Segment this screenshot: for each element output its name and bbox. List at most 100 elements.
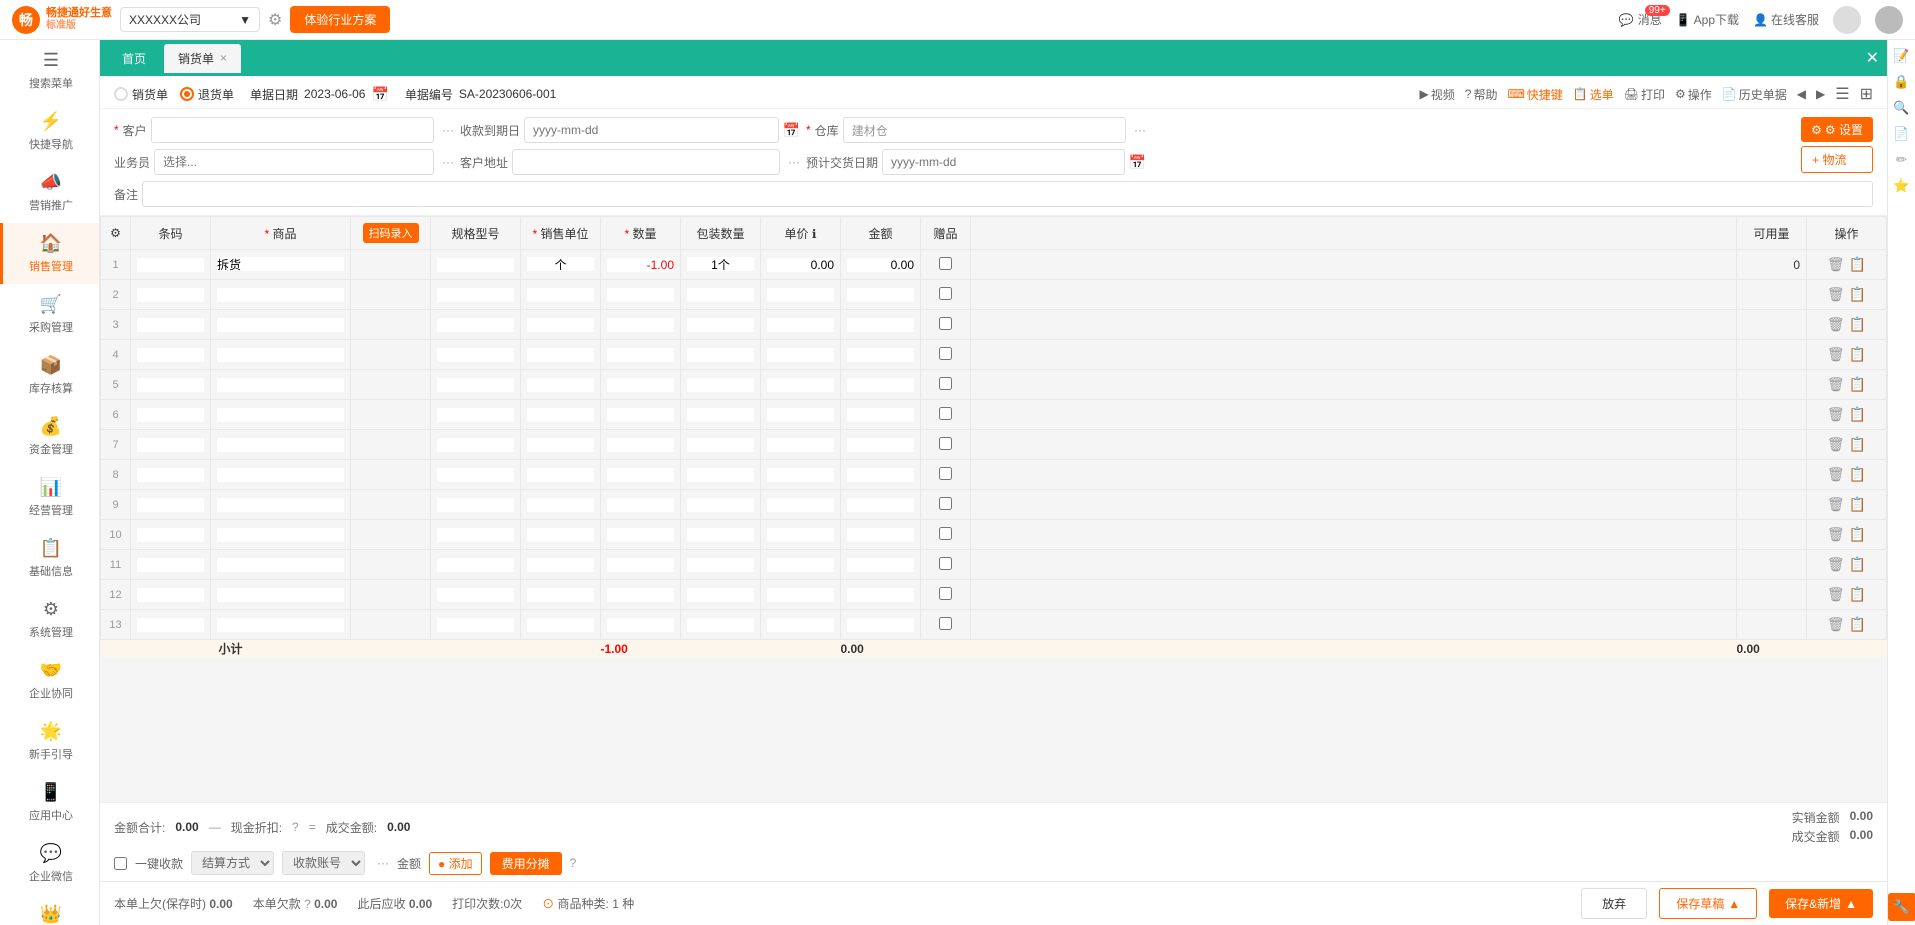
row-unit-6[interactable]: [521, 430, 601, 460]
row-gift-7[interactable]: [921, 460, 971, 490]
row-price-5[interactable]: [761, 400, 841, 430]
company-selector[interactable]: XXXXXX公司 ▼: [120, 7, 260, 32]
delivery-calendar-icon[interactable]: 📅: [1129, 154, 1146, 171]
warehouse-input[interactable]: [843, 117, 1126, 143]
row-barcode-7[interactable]: [131, 460, 211, 490]
row-spec-5[interactable]: [431, 400, 521, 430]
row-gift-2[interactable]: [921, 310, 971, 340]
toolbar-print[interactable]: 🖨 打印: [1624, 86, 1665, 103]
row-qty-5[interactable]: [601, 400, 681, 430]
warehouse-more-button[interactable]: ···: [1134, 123, 1146, 137]
row-qty-2[interactable]: [601, 310, 681, 340]
sidebar-item-basic[interactable]: 📋 基础信息: [0, 528, 99, 589]
row-amount-3[interactable]: [841, 340, 921, 370]
expense-help-icon[interactable]: ?: [570, 856, 577, 870]
row-pack-9[interactable]: [681, 520, 761, 550]
row-price-3[interactable]: [761, 340, 841, 370]
view-list-icon[interactable]: ☰: [1835, 84, 1849, 104]
sidebar-item-apps[interactable]: 📱 应用中心: [0, 772, 99, 833]
col-scan-btn[interactable]: 扫码录入: [351, 217, 431, 250]
sidebar-item-wechat[interactable]: 💬 企业微信: [0, 833, 99, 894]
row-amount-8[interactable]: [841, 490, 921, 520]
row-copy-2[interactable]: 📋: [1849, 316, 1866, 333]
sidebar-item-system[interactable]: ⚙ 系统管理: [0, 589, 99, 650]
row-gift-9[interactable]: [921, 520, 971, 550]
sidebar-item-member[interactable]: 👑 畅会员: [0, 894, 99, 925]
row-copy-7[interactable]: 📋: [1849, 466, 1866, 483]
row-unit-5[interactable]: [521, 400, 601, 430]
trial-button[interactable]: 体验行业方案: [290, 6, 390, 33]
row-pack-10[interactable]: [681, 550, 761, 580]
toolbar-operation[interactable]: ⚙ 操作: [1675, 86, 1712, 103]
row-delete-4[interactable]: 🗑: [1827, 376, 1845, 393]
right-panel-btn-3[interactable]: 🔍: [1890, 96, 1914, 120]
right-panel-btn-6[interactable]: ⭐: [1890, 174, 1914, 198]
row-price-12[interactable]: [761, 610, 841, 640]
row-unit-2[interactable]: [521, 310, 601, 340]
due-date-calendar-icon[interactable]: 📅: [783, 122, 800, 139]
row-amount-10[interactable]: [841, 550, 921, 580]
sidebar-item-inventory[interactable]: 📦 库存核算: [0, 345, 99, 406]
one-click-pay-checkbox[interactable]: [114, 857, 127, 870]
row-qty-9[interactable]: [601, 520, 681, 550]
row-copy-0[interactable]: 📋: [1849, 256, 1866, 273]
row-barcode-6[interactable]: [131, 430, 211, 460]
row-delete-6[interactable]: 🗑: [1827, 436, 1845, 453]
row-barcode-10[interactable]: [131, 550, 211, 580]
row-product-12[interactable]: [211, 610, 351, 640]
row-pack-0[interactable]: [681, 250, 761, 280]
row-barcode-2[interactable]: [131, 310, 211, 340]
row-product-2[interactable]: [211, 310, 351, 340]
row-spec-12[interactable]: [431, 610, 521, 640]
row-gift-8[interactable]: [921, 490, 971, 520]
right-panel-btn-5[interactable]: ✏: [1890, 148, 1914, 172]
row-amount-11[interactable]: [841, 580, 921, 610]
sidebar-item-marketing[interactable]: 📣 营销推广: [0, 162, 99, 223]
user-avatar[interactable]: [1833, 6, 1861, 34]
row-gift-4[interactable]: [921, 370, 971, 400]
row-copy-11[interactable]: 📋: [1849, 586, 1866, 603]
date-calendar-icon[interactable]: 📅: [371, 86, 388, 103]
row-pack-8[interactable]: [681, 490, 761, 520]
row-copy-5[interactable]: 📋: [1849, 406, 1866, 423]
row-barcode-0[interactable]: [131, 250, 211, 280]
row-qty-11[interactable]: [601, 580, 681, 610]
row-gift-3[interactable]: [921, 340, 971, 370]
row-product-5[interactable]: [211, 400, 351, 430]
row-price-4[interactable]: [761, 370, 841, 400]
row-product-11[interactable]: [211, 580, 351, 610]
help-circle-icon[interactable]: ?: [292, 820, 299, 834]
notification-button[interactable]: 💬 消息 99+: [1619, 11, 1662, 28]
row-amount-6[interactable]: [841, 430, 921, 460]
save-draft-button[interactable]: 保存草稿 ▲: [1659, 888, 1757, 919]
row-price-0[interactable]: [761, 250, 841, 280]
row-copy-9[interactable]: 📋: [1849, 526, 1866, 543]
row-unit-8[interactable]: [521, 490, 601, 520]
row-unit-11[interactable]: [521, 580, 601, 610]
row-copy-1[interactable]: 📋: [1849, 286, 1866, 303]
account-select[interactable]: 收款账号: [282, 851, 365, 875]
account-more-button[interactable]: ···: [377, 856, 389, 870]
radio-sales[interactable]: 销货单: [114, 86, 168, 103]
row-barcode-1[interactable]: [131, 280, 211, 310]
row-pack-3[interactable]: [681, 340, 761, 370]
add-payment-button[interactable]: ● 添加: [429, 852, 482, 875]
row-gift-10[interactable]: [921, 550, 971, 580]
row-unit-1[interactable]: [521, 280, 601, 310]
row-unit-7[interactable]: [521, 460, 601, 490]
row-copy-6[interactable]: 📋: [1849, 436, 1866, 453]
row-delete-3[interactable]: 🗑: [1827, 346, 1845, 363]
sidebar-item-shortcut[interactable]: ⚡ 快捷导航: [0, 101, 99, 162]
row-unit-12[interactable]: [521, 610, 601, 640]
row-delete-12[interactable]: 🗑: [1827, 616, 1845, 633]
row-gift-5[interactable]: [921, 400, 971, 430]
payment-method-select[interactable]: 结算方式: [191, 851, 274, 875]
settings-button[interactable]: ⚙ ⚙ 设置: [1801, 117, 1873, 142]
row-unit-4[interactable]: [521, 370, 601, 400]
row-qty-1[interactable]: [601, 280, 681, 310]
row-pack-5[interactable]: [681, 400, 761, 430]
radio-return[interactable]: 退货单: [180, 86, 234, 103]
row-spec-6[interactable]: [431, 430, 521, 460]
row-price-7[interactable]: [761, 460, 841, 490]
customer-more-button[interactable]: ···: [442, 123, 454, 137]
